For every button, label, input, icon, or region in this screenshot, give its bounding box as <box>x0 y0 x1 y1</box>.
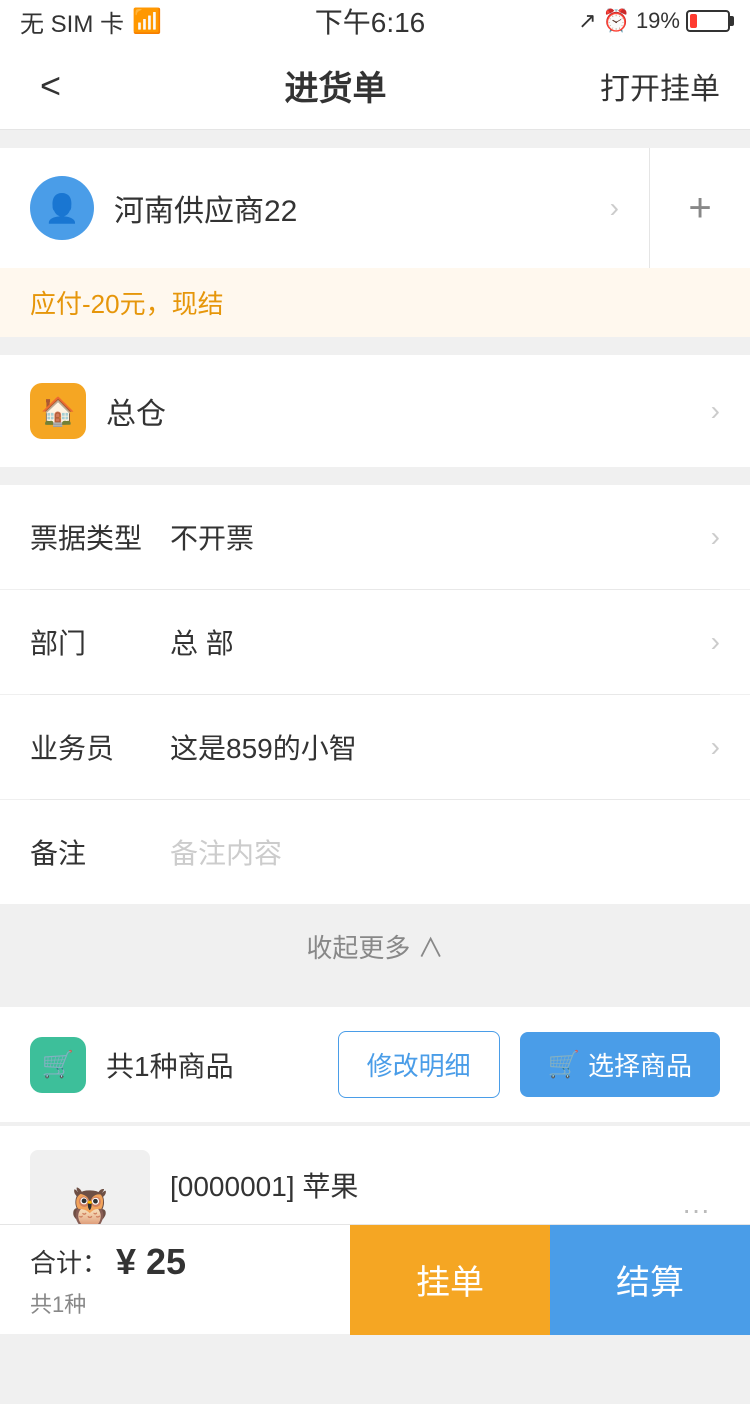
select-product-icon: 🛒 <box>548 1049 580 1080</box>
supplier-selector[interactable]: 👤 河南供应商22 › <box>0 148 650 268</box>
invoice-type-row[interactable]: 票据类型 不开票 › <box>0 485 750 589</box>
section-gap-1 <box>0 130 750 148</box>
supplier-avatar: 👤 <box>30 176 94 240</box>
footer-total-row: 合计： ¥ 25 <box>30 1241 320 1283</box>
footer-total-section: 合计： ¥ 25 共1种 <box>0 1241 350 1319</box>
warehouse-icon: 🏠 <box>30 383 86 439</box>
invoice-type-value: 不开票 <box>150 517 711 557</box>
warehouse-chevron-icon: › <box>711 395 720 427</box>
battery-icon <box>686 10 730 32</box>
department-row[interactable]: 部门 总 部 › <box>0 590 750 694</box>
select-product-label: 选择商品 <box>588 1046 692 1083</box>
salesperson-row[interactable]: 业务员 这是859的小智 › <box>0 695 750 799</box>
salesperson-value: 这是859的小智 <box>150 727 711 767</box>
remark-label: 备注 <box>30 832 150 872</box>
footer: 合计： ¥ 25 共1种 挂单 结算 <box>0 1224 750 1334</box>
product-title: 苹果 <box>302 1171 358 1202</box>
checkout-button[interactable]: 结算 <box>550 1225 750 1335</box>
pending-button[interactable]: 挂单 <box>350 1225 550 1335</box>
page-title: 进货单 <box>285 61 387 110</box>
department-label: 部门 <box>30 622 150 662</box>
open-pending-button[interactable]: 打开挂单 <box>600 64 720 108</box>
warehouse-name: 总仓 <box>106 389 711 433</box>
total-amount: ¥ 25 <box>116 1241 186 1283</box>
edit-detail-button[interactable]: 修改明细 <box>338 1031 500 1098</box>
section-gap-3 <box>0 467 750 485</box>
warehouse-row[interactable]: 🏠 总仓 › <box>0 355 750 467</box>
section-gap-4 <box>0 989 750 1007</box>
total-label: 合计： <box>30 1243 108 1280</box>
product-count-text: 共1种商品 <box>106 1045 318 1085</box>
invoice-type-chevron-icon: › <box>711 521 720 553</box>
location-icon: ↗ <box>578 8 596 34</box>
salesperson-label: 业务员 <box>30 727 150 767</box>
battery-percent: 19% <box>636 8 680 34</box>
department-value: 总 部 <box>150 622 711 662</box>
status-right: ↗ ⏰ 19% <box>578 8 730 34</box>
total-count: 共1种 <box>30 1287 320 1319</box>
department-chevron-icon: › <box>711 626 720 658</box>
product-divider <box>0 1122 750 1124</box>
notice-bar: 应付-20元，现结 <box>0 268 750 337</box>
supplier-section: 👤 河南供应商22 › + <box>0 148 750 268</box>
product-name: [0000001] 苹果 <box>170 1165 652 1205</box>
product-header: 🛒 共1种商品 修改明细 🛒 选择商品 <box>0 1007 750 1122</box>
select-product-button[interactable]: 🛒 选择商品 <box>520 1032 720 1097</box>
nav-bar: < 进货单 打开挂单 <box>0 42 750 130</box>
supplier-chevron-icon: › <box>610 192 619 224</box>
invoice-type-label: 票据类型 <box>30 517 150 557</box>
remark-input[interactable]: 备注内容 <box>150 832 720 872</box>
salesperson-chevron-icon: › <box>711 731 720 763</box>
status-bar: 无 SIM 卡 📶 下午6:16 ↗ ⏰ 19% <box>0 0 750 42</box>
remark-row[interactable]: 备注 备注内容 <box>0 800 750 904</box>
back-button[interactable]: < <box>30 55 71 117</box>
time-label: 下午6:16 <box>315 1 426 41</box>
supplier-name: 河南供应商22 <box>114 186 600 230</box>
section-gap-2 <box>0 337 750 355</box>
status-left: 无 SIM 卡 📶 <box>20 4 162 39</box>
add-supplier-button[interactable]: + <box>650 186 750 231</box>
collapse-bar[interactable]: 收起更多 ∧ <box>0 904 750 989</box>
product-count-icon: 🛒 <box>30 1037 86 1093</box>
wifi-icon: 📶 <box>132 7 162 36</box>
alarm-icon: ⏰ <box>603 8 630 34</box>
carrier-label: 无 SIM 卡 <box>20 4 124 39</box>
product-code: [0000001] <box>170 1171 295 1202</box>
